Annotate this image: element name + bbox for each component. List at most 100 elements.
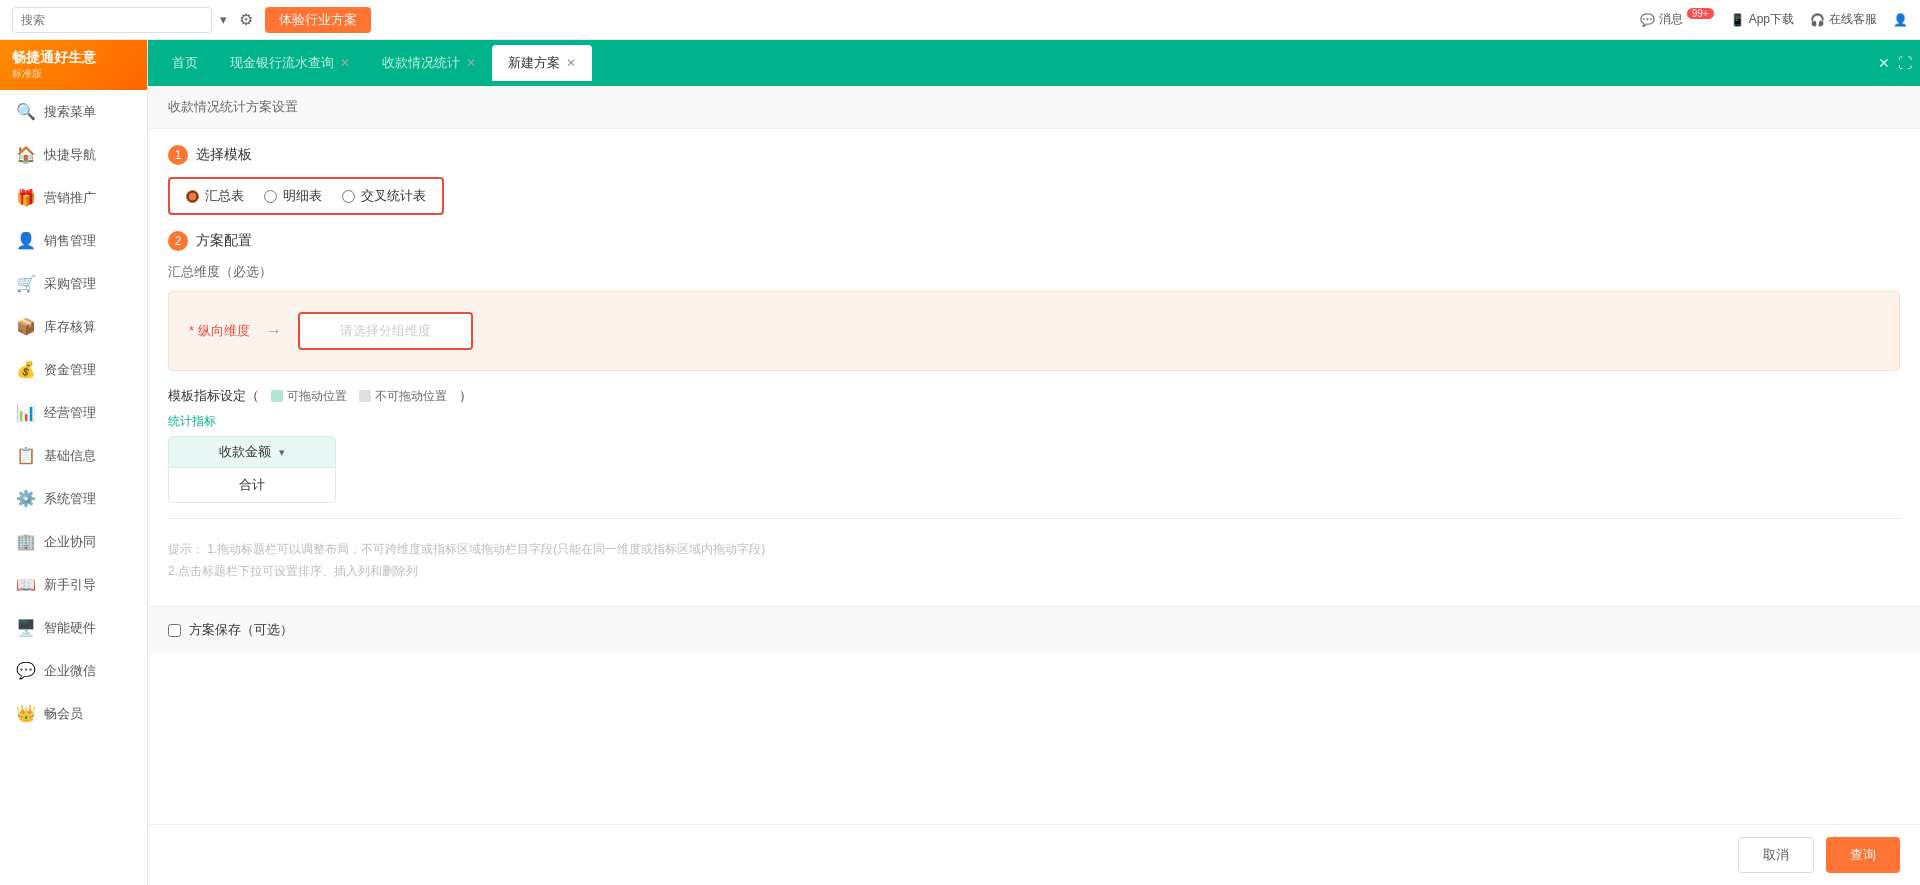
hardware-icon: 🖥️ (16, 618, 36, 637)
support-label: 在线客服 (1829, 11, 1877, 28)
step2-badge: 2 (168, 231, 188, 251)
finance-icon: 💰 (16, 360, 36, 379)
user-item[interactable]: 👤 (1893, 13, 1908, 27)
wechat-icon: 💬 (16, 661, 36, 680)
sidebar-item-purchase[interactable]: 🛒 采购管理 (0, 262, 147, 305)
tab-cashflow[interactable]: 现金银行流水查询 ✕ (214, 45, 366, 81)
guide-icon: 📖 (16, 575, 36, 594)
sidebar-item-basic-info[interactable]: 📋 基础信息 (0, 434, 147, 477)
support-item[interactable]: 🎧 在线客服 (1810, 11, 1877, 28)
tab-home-label: 首页 (172, 54, 198, 72)
tab-home[interactable]: 首页 (156, 45, 214, 81)
step1-badge: 1 (168, 145, 188, 165)
message-item[interactable]: 💬 消息 99+ (1640, 11, 1714, 28)
save-label[interactable]: 方案保存（可选） (189, 621, 293, 639)
tab-new-plan[interactable]: 新建方案 ✕ (492, 45, 592, 81)
industry-btn[interactable]: 体验行业方案 (265, 7, 371, 33)
page-inner: 收款情况统计方案设置 1 选择模板 汇总表 (148, 86, 1920, 824)
vertical-label: * 纵向维度 (189, 322, 250, 340)
tab-cashflow-close[interactable]: ✕ (340, 56, 350, 70)
sidebar-item-member[interactable]: 👑 畅会员 (0, 692, 147, 735)
tab-receipt-stats-close[interactable]: ✕ (466, 56, 476, 70)
stats-label: 统计指标 (168, 413, 1900, 430)
dimension-area: * 纵向维度 → 请选择分组维度 (168, 291, 1900, 371)
tab-close-btn[interactable]: ✕ (1878, 55, 1890, 71)
tab-receipt-stats[interactable]: 收款情况统计 ✕ (366, 45, 492, 81)
sidebar-item-inventory[interactable]: 📦 库存核算 (0, 305, 147, 348)
system-icon: ⚙️ (16, 489, 36, 508)
hint-text: 提示： 1.拖动标题栏可以调整布局，不可跨维度或指标区域拖动栏目字段(只能在同一… (168, 531, 1900, 590)
sidebar-item-enterprise[interactable]: 🏢 企业协同 (0, 520, 147, 563)
sidebar-label-marketing: 营销推广 (44, 189, 96, 207)
save-checkbox[interactable] (168, 624, 181, 637)
stats-col-label: 收款金额 (219, 443, 271, 461)
message-icon: 💬 (1640, 13, 1655, 27)
sidebar-label-hardware: 智能硬件 (44, 619, 96, 637)
sidebar-label-quick-nav: 快捷导航 (44, 146, 96, 164)
radio-detail-input[interactable] (264, 190, 277, 203)
sidebar-label-inventory: 库存核算 (44, 318, 96, 336)
legend-movable: 可拖动位置 (271, 388, 347, 405)
radio-detail-label: 明细表 (283, 187, 322, 205)
dimension-row: * 纵向维度 → 请选择分组维度 (189, 312, 1879, 350)
indicator-section: 模板指标设定（ 可拖动位置 不可拖动位置 ） (168, 387, 1900, 506)
stats-dropdown-arrow[interactable]: ▾ (279, 446, 285, 459)
search-input[interactable] (12, 7, 212, 33)
sidebar-item-wechat[interactable]: 💬 企业微信 (0, 649, 147, 692)
sidebar-item-operations[interactable]: 📊 经营管理 (0, 391, 147, 434)
stats-table: 收款金额 ▾ 合计 (168, 436, 336, 503)
logo-sub: 标准版 (12, 67, 96, 81)
sidebar-label-system: 系统管理 (44, 490, 96, 508)
sales-icon: 👤 (16, 231, 36, 250)
tab-expand-btn[interactable]: ⛶ (1898, 55, 1912, 71)
top-bar-right: 💬 消息 99+ 📱 App下载 🎧 在线客服 👤 (1640, 11, 1908, 28)
save-section: 方案保存（可选） (148, 606, 1920, 653)
radio-summary[interactable]: 汇总表 (186, 187, 244, 205)
step1-section: 1 选择模板 汇总表 明细表 (148, 129, 1920, 231)
tab-new-plan-close[interactable]: ✕ (566, 56, 576, 70)
sidebar-item-search-menu[interactable]: 🔍 搜索菜单 (0, 90, 147, 133)
sidebar-item-quick-nav[interactable]: 🏠 快捷导航 (0, 133, 147, 176)
sidebar-label-wechat: 企业微信 (44, 662, 96, 680)
step2-label: 方案配置 (196, 232, 252, 250)
step1-label: 选择模板 (196, 146, 252, 164)
download-item[interactable]: 📱 App下载 (1730, 11, 1794, 28)
cancel-button[interactable]: 取消 (1738, 837, 1814, 873)
marketing-icon: 🎁 (16, 188, 36, 207)
query-button[interactable]: 查询 (1826, 837, 1900, 873)
inventory-icon: 📦 (16, 317, 36, 336)
sidebar-item-finance[interactable]: 💰 资金管理 (0, 348, 147, 391)
tab-cashflow-label: 现金银行流水查询 (230, 54, 334, 72)
radio-detail[interactable]: 明细表 (264, 187, 322, 205)
logo-text: 畅捷通好生意 (12, 49, 96, 67)
radio-cross-input[interactable] (342, 190, 355, 203)
sidebar-logo: 畅捷通好生意 标准版 (0, 40, 147, 90)
sidebar-label-member: 畅会员 (44, 705, 83, 723)
sidebar-item-marketing[interactable]: 🎁 营销推广 (0, 176, 147, 219)
sidebar-item-hardware[interactable]: 🖥️ 智能硬件 (0, 606, 147, 649)
settings-icon[interactable]: ⚙ (239, 10, 253, 29)
search-area: ▾ ⚙ 体验行业方案 (12, 7, 1640, 33)
sidebar-item-guide[interactable]: 📖 新手引导 (0, 563, 147, 606)
tab-bar-right: ✕ ⛶ (1878, 55, 1912, 71)
dimension-select[interactable]: 请选择分组维度 (298, 312, 473, 350)
operations-icon: 📊 (16, 403, 36, 422)
stats-header[interactable]: 收款金额 ▾ (169, 437, 335, 468)
sidebar-label-basic-info: 基础信息 (44, 447, 96, 465)
dropdown-icon[interactable]: ▾ (220, 12, 227, 27)
divider (168, 518, 1900, 519)
sidebar-item-sales[interactable]: 👤 销售管理 (0, 219, 147, 262)
footer-btns: 取消 查询 (148, 824, 1920, 885)
message-badge: 99+ (1687, 8, 1714, 19)
sidebar-item-system[interactable]: ⚙️ 系统管理 (0, 477, 147, 520)
fixed-dot (359, 390, 371, 402)
legend-fixed: 不可拖动位置 (359, 388, 447, 405)
tab-new-plan-label: 新建方案 (508, 54, 560, 72)
sidebar-label-search-menu: 搜索菜单 (44, 103, 96, 121)
quick-nav-icon: 🏠 (16, 145, 36, 164)
download-label: App下载 (1749, 11, 1794, 28)
radio-cross[interactable]: 交叉统计表 (342, 187, 426, 205)
radio-summary-input[interactable] (186, 190, 199, 203)
stats-cell-total: 合计 (169, 468, 335, 502)
step2-title: 2 方案配置 (168, 231, 1900, 251)
